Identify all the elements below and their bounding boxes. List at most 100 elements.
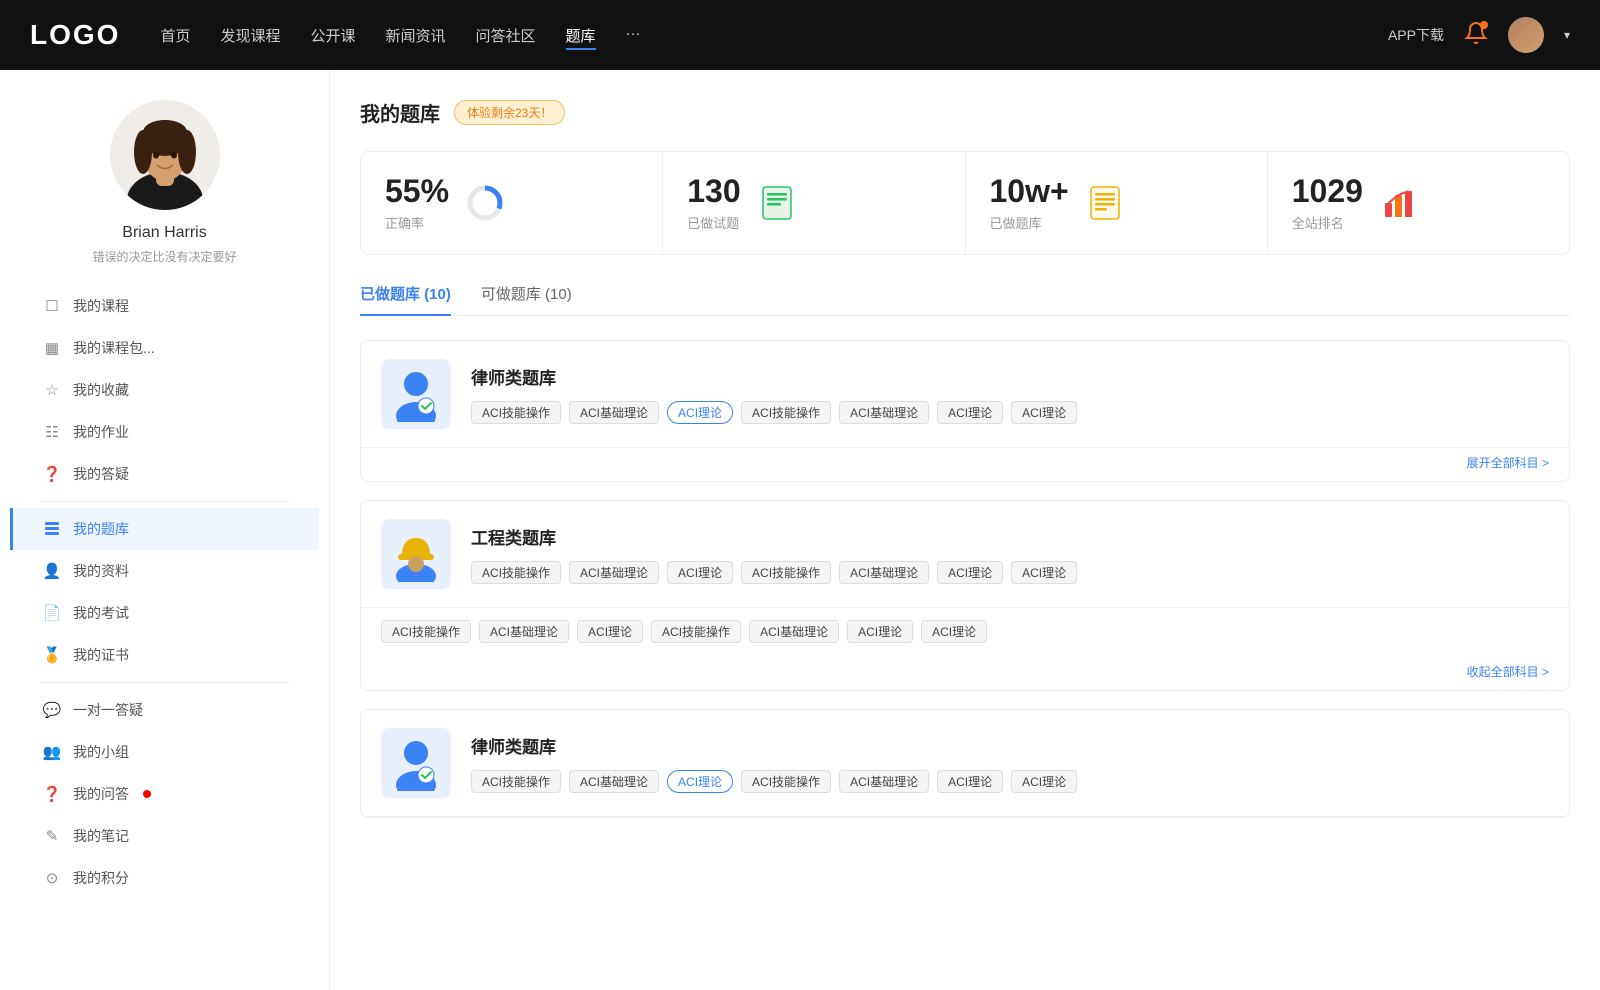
sidebar-item-exam[interactable]: 📄 我的考试 — [10, 592, 319, 634]
stat-accuracy-value: 55% — [385, 174, 449, 209]
avatar[interactable] — [1508, 17, 1544, 53]
app-download-button[interactable]: APP下载 — [1388, 25, 1444, 45]
tag[interactable]: ACI技能操作 — [741, 770, 831, 793]
tag[interactable]: ACI理论 — [577, 620, 643, 643]
sidebar: Brian Harris 错误的决定比没有决定要好 ☐ 我的课程 ▦ 我的课程包… — [0, 70, 330, 990]
main-content: 我的题库 体验剩余23天！ 55% 正确率 — [330, 70, 1600, 990]
nav-news[interactable]: 新闻资讯 — [386, 21, 446, 50]
tags-row-1: ACI技能操作 ACI基础理论 ACI理论 ACI技能操作 ACI基础理论 AC… — [471, 401, 1549, 424]
stat-banks-done: 10w+ 已做题库 — [966, 152, 1268, 254]
expand-link-1[interactable]: 展开全部科目 > — [361, 448, 1569, 481]
tag[interactable]: ACI理论 — [1011, 770, 1077, 793]
sidebar-item-label: 我的课程 — [73, 296, 129, 316]
tag[interactable]: ACI基础理论 — [569, 770, 659, 793]
tags-row-2a: ACI技能操作 ACI基础理论 ACI理论 ACI技能操作 ACI基础理论 AC… — [471, 561, 1549, 584]
main-layout: Brian Harris 错误的决定比没有决定要好 ☐ 我的课程 ▦ 我的课程包… — [0, 70, 1600, 990]
sidebar-item-label: 我的积分 — [73, 868, 129, 888]
tag[interactable]: ACI技能操作 — [741, 401, 831, 424]
tag-active[interactable]: ACI理论 — [667, 401, 733, 424]
qbank-info-lawyer-2: 律师类题库 ACI技能操作 ACI基础理论 ACI理论 ACI技能操作 ACI基… — [471, 733, 1549, 793]
tag[interactable]: ACI基础理论 — [569, 401, 659, 424]
stat-rank-label: 全站排名 — [1292, 213, 1363, 232]
nav-home[interactable]: 首页 — [160, 21, 190, 50]
profile-avatar-wrap — [110, 100, 220, 210]
lawyer-svg-icon — [388, 366, 444, 422]
tag[interactable]: ACI理论 — [937, 561, 1003, 584]
tab-done-banks[interactable]: 已做题库 (10) — [360, 283, 451, 316]
qbank-header-lawyer-2: 律师类题库 ACI技能操作 ACI基础理论 ACI理论 ACI技能操作 ACI基… — [361, 710, 1569, 817]
nav-qbank[interactable]: 题库 — [566, 21, 596, 50]
sidebar-item-favorites[interactable]: ☆ 我的收藏 — [10, 369, 319, 411]
notification-bell[interactable] — [1464, 21, 1488, 50]
nav-qa[interactable]: 问答社区 — [476, 21, 536, 50]
navbar-right: APP下载 ▾ — [1388, 17, 1570, 53]
tag[interactable]: ACI技能操作 — [741, 561, 831, 584]
qbank-body-engineer: ACI技能操作 ACI基础理论 ACI理论 ACI技能操作 ACI基础理论 AC… — [361, 608, 1569, 657]
sidebar-item-label: 我的笔记 — [73, 826, 129, 846]
sidebar-item-group[interactable]: 👥 我的小组 — [10, 731, 319, 773]
stat-banks-label: 已做题库 — [990, 213, 1069, 232]
nav-opencourse[interactable]: 公开课 — [310, 21, 355, 50]
tab-available-banks[interactable]: 可做题库 (10) — [481, 283, 572, 316]
sidebar-item-my-qa[interactable]: ❓ 我的答疑 — [10, 453, 319, 495]
tag[interactable]: ACI理论 — [921, 620, 987, 643]
qbank-name-2: 工程类题库 — [471, 524, 1549, 549]
tag[interactable]: ACI基础理论 — [839, 401, 929, 424]
points-icon: ⊙ — [43, 869, 61, 887]
tag[interactable]: ACI基础理论 — [839, 770, 929, 793]
engineer-svg-icon — [388, 526, 444, 582]
tag[interactable]: ACI理论 — [1011, 561, 1077, 584]
tag[interactable]: ACI基础理论 — [839, 561, 929, 584]
avatar-chevron-icon[interactable]: ▾ — [1564, 28, 1570, 42]
sidebar-item-qbank[interactable]: 我的题库 — [10, 508, 319, 550]
sidebar-item-points[interactable]: ⊙ 我的积分 — [10, 857, 319, 899]
profile-avatar-image — [110, 100, 220, 210]
qbank-icon-lawyer — [381, 359, 451, 429]
sidebar-item-notes[interactable]: ✎ 我的笔记 — [10, 815, 319, 857]
certificate-icon: 🏅 — [43, 646, 61, 664]
tag[interactable]: ACI理论 — [847, 620, 913, 643]
tag[interactable]: ACI技能操作 — [471, 401, 561, 424]
qbank-info: 律师类题库 ACI技能操作 ACI基础理论 ACI理论 ACI技能操作 ACI基… — [471, 364, 1549, 424]
favorites-icon: ☆ — [43, 381, 61, 399]
sidebar-item-label: 一对一答疑 — [73, 700, 143, 720]
tag[interactable]: ACI基础理论 — [749, 620, 839, 643]
tag[interactable]: ACI理论 — [937, 770, 1003, 793]
main-inner: 我的题库 体验剩余23天！ 55% 正确率 — [330, 70, 1600, 990]
course-package-icon: ▦ — [43, 339, 61, 357]
tag[interactable]: ACI技能操作 — [471, 770, 561, 793]
qbank-header: 律师类题库 ACI技能操作 ACI基础理论 ACI理论 ACI技能操作 ACI基… — [361, 341, 1569, 448]
nav-more[interactable]: ··· — [626, 21, 641, 50]
sidebar-item-homework[interactable]: ☷ 我的作业 — [10, 411, 319, 453]
logo: LOGO — [30, 19, 120, 51]
tag-active[interactable]: ACI理论 — [667, 770, 733, 793]
my-course-icon: ☐ — [43, 297, 61, 315]
tag[interactable]: ACI技能操作 — [651, 620, 741, 643]
stat-rank-text: 1029 全站排名 — [1292, 174, 1363, 232]
sidebar-item-course-package[interactable]: ▦ 我的课程包... — [10, 327, 319, 369]
sidebar-item-label: 我的题库 — [73, 519, 129, 539]
sidebar-divider — [40, 501, 289, 502]
tag[interactable]: ACI基础理论 — [569, 561, 659, 584]
sidebar-item-one-on-one[interactable]: 💬 一对一答疑 — [10, 689, 319, 731]
sidebar-item-certificate[interactable]: 🏅 我的证书 — [10, 634, 319, 676]
tag[interactable]: ACI基础理论 — [479, 620, 569, 643]
trial-badge: 体验剩余23天！ — [454, 100, 565, 125]
sidebar-item-label: 我的课程包... — [73, 338, 155, 358]
tabs-row: 已做题库 (10) 可做题库 (10) — [360, 283, 1570, 316]
tag[interactable]: ACI理论 — [1011, 401, 1077, 424]
exam-icon: 📄 — [43, 604, 61, 622]
nav-discover[interactable]: 发现课程 — [220, 21, 280, 50]
qbank-info-engineer: 工程类题库 ACI技能操作 ACI基础理论 ACI理论 ACI技能操作 ACI基… — [471, 524, 1549, 584]
sidebar-item-profile[interactable]: 👤 我的资料 — [10, 550, 319, 592]
tag[interactable]: ACI技能操作 — [471, 561, 561, 584]
sidebar-item-label: 我的资料 — [73, 561, 129, 581]
tag[interactable]: ACI理论 — [667, 561, 733, 584]
sidebar-item-my-course[interactable]: ☐ 我的课程 — [10, 285, 319, 327]
tags-row-3: ACI技能操作 ACI基础理论 ACI理论 ACI技能操作 ACI基础理论 AC… — [471, 770, 1549, 793]
notes-icon: ✎ — [43, 827, 61, 845]
sidebar-item-questions[interactable]: ❓ 我的问答 — [10, 773, 319, 815]
collapse-link[interactable]: 收起全部科目 > — [361, 657, 1569, 690]
tag[interactable]: ACI理论 — [937, 401, 1003, 424]
tag[interactable]: ACI技能操作 — [381, 620, 471, 643]
